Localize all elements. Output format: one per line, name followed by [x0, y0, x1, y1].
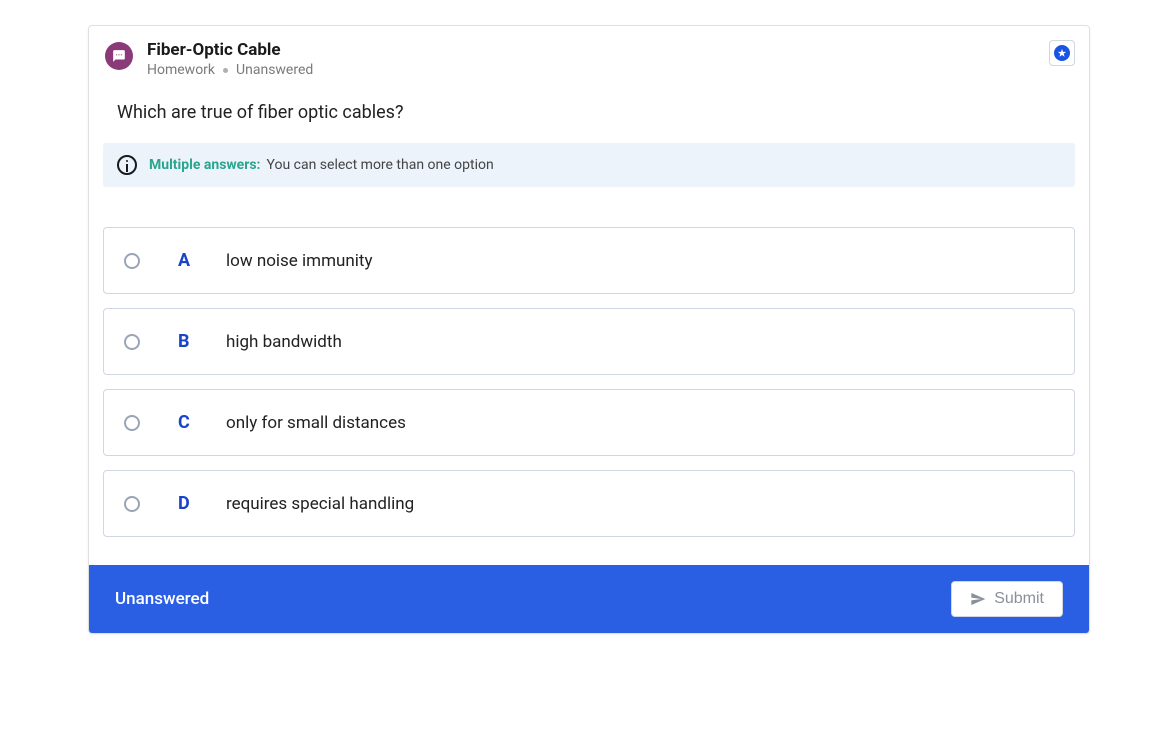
hint-label: Multiple answers: — [149, 157, 261, 173]
card-footer: Unanswered Submit — [89, 565, 1089, 633]
radio-icon — [124, 334, 140, 350]
question-title: Fiber-Optic Cable — [147, 40, 313, 60]
card-header: Fiber-Optic Cable Homework Unanswered — [89, 26, 1089, 86]
option-text: high bandwidth — [226, 332, 342, 352]
option-c[interactable]: C only for small distances — [103, 389, 1075, 456]
bookmark-button[interactable] — [1049, 40, 1075, 66]
options-list: A low noise immunity B high bandwidth C … — [89, 207, 1089, 565]
option-letter: A — [178, 250, 202, 271]
submit-button[interactable]: Submit — [951, 581, 1063, 617]
info-icon — [117, 155, 137, 175]
meta-status: Unanswered — [236, 62, 313, 78]
footer-status: Unanswered — [115, 589, 209, 609]
hint-bar: Multiple answers: You can select more th… — [103, 143, 1075, 187]
option-b[interactable]: B high bandwidth — [103, 308, 1075, 375]
star-icon — [1054, 45, 1070, 61]
question-card: Fiber-Optic Cable Homework Unanswered Wh… — [88, 25, 1090, 634]
submit-label: Submit — [994, 590, 1044, 608]
option-text: low noise immunity — [226, 251, 373, 271]
option-letter: C — [178, 412, 202, 433]
option-letter: B — [178, 331, 202, 352]
meta-separator-icon — [223, 68, 228, 73]
radio-icon — [124, 415, 140, 431]
title-block: Fiber-Optic Cable Homework Unanswered — [147, 40, 313, 78]
radio-icon — [124, 496, 140, 512]
option-letter: D — [178, 493, 202, 514]
option-text: requires special handling — [226, 494, 414, 514]
option-a[interactable]: A low noise immunity — [103, 227, 1075, 294]
radio-icon — [124, 253, 140, 269]
meta-category: Homework — [147, 62, 215, 78]
hint-text: You can select more than one option — [267, 157, 494, 173]
option-d[interactable]: D requires special handling — [103, 470, 1075, 537]
option-text: only for small distances — [226, 413, 406, 433]
paper-plane-icon — [970, 591, 986, 607]
question-meta: Homework Unanswered — [147, 62, 313, 78]
chat-icon — [105, 42, 133, 70]
question-text: Which are true of fiber optic cables? — [89, 86, 1089, 143]
